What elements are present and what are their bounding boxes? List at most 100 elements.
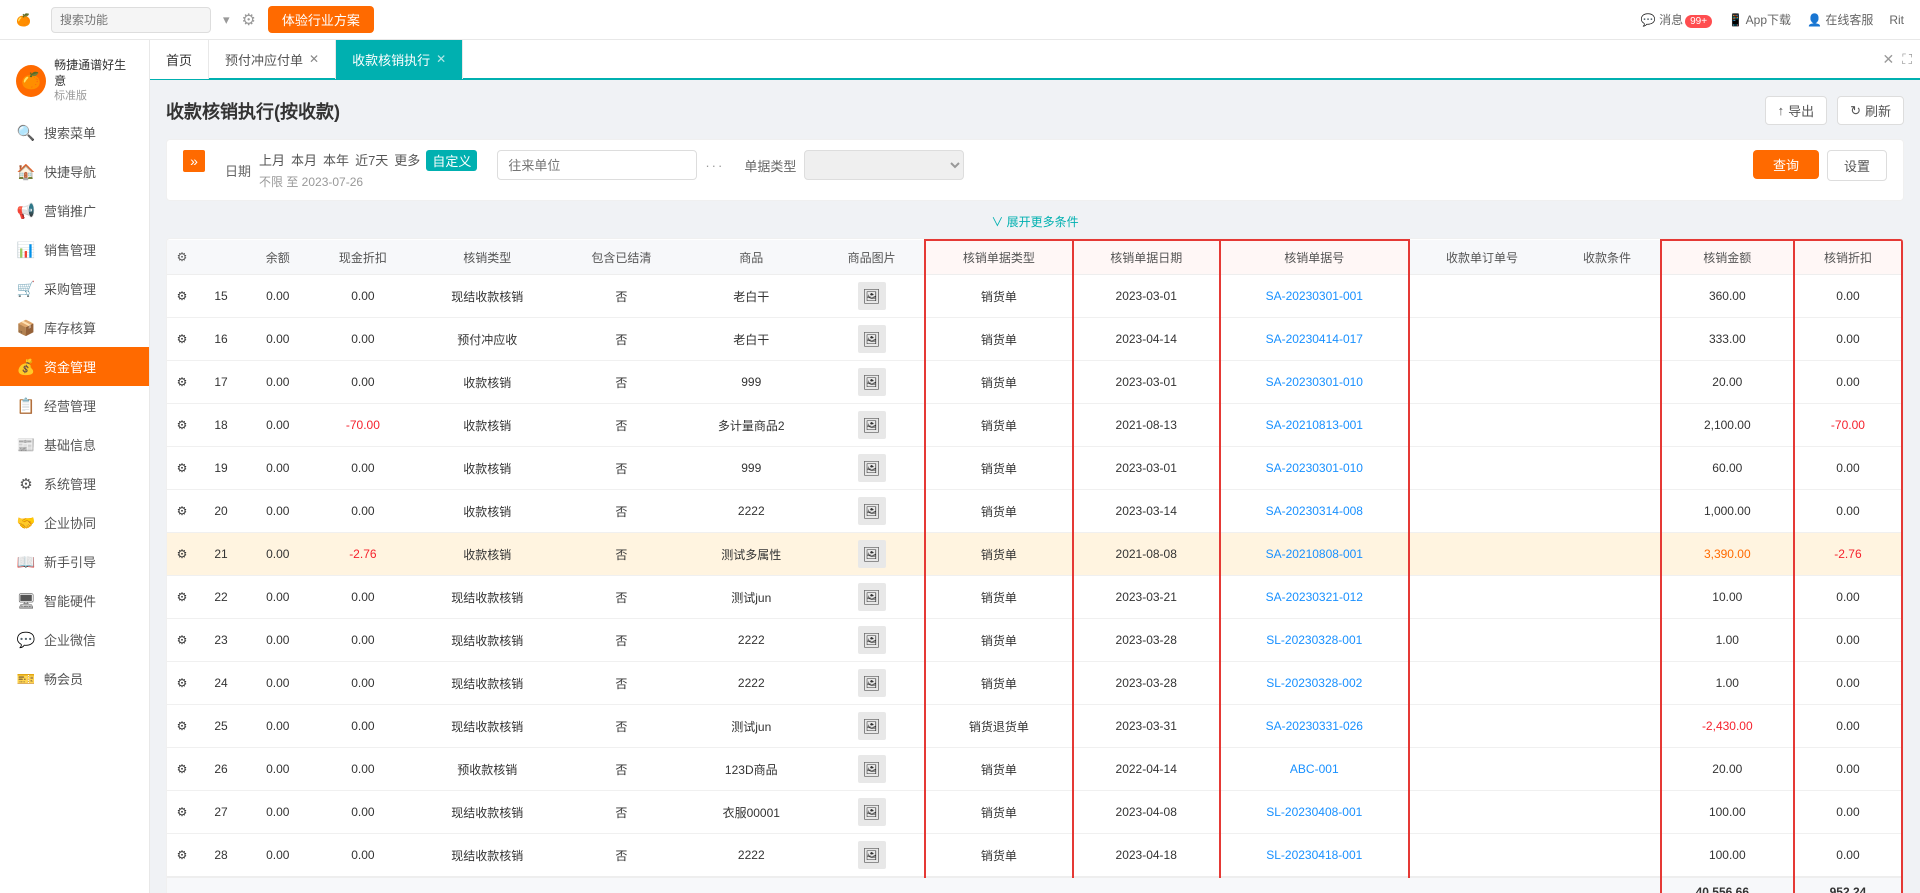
cell-gear[interactable]: ⚙ [167,619,197,662]
sidebar-label-member: 畅会员 [44,669,83,688]
tab-prepay-close[interactable]: ✕ [309,52,319,66]
sidebar-item-wechat[interactable]: 💬 企业微信 [0,620,149,659]
sidebar-item-marketing[interactable]: 📢 营销推广 [0,191,149,230]
cell-gear[interactable]: ⚙ [167,275,197,318]
export-btn[interactable]: ↑ 导出 [1765,96,1828,125]
industry-btn[interactable]: 体验行业方案 [268,6,374,33]
filter-date-range: 不限 至 2023-07-26 [259,173,477,190]
sidebar-item-operation[interactable]: 📋 经营管理 [0,386,149,425]
cell-gear[interactable]: ⚙ [167,490,197,533]
cell-bill-no[interactable]: SA-20230331-026 [1220,705,1409,748]
cell-bill-no[interactable]: SA-20230321-012 [1220,576,1409,619]
sidebar-item-member[interactable]: 🎫 畅会员 [0,659,149,698]
sidebar-item-hardware[interactable]: 🖥 智能硬件 [0,581,149,620]
filter-date-links: 上月 本月 本年 近7天 更多 自定义 [259,150,477,171]
cell-gear[interactable]: ⚙ [167,791,197,834]
cell-bill-no[interactable]: SA-20230301-001 [1220,275,1409,318]
cell-goods-img: 🖼 [819,361,925,404]
cell-seq: 22 [197,576,245,619]
cell-gear[interactable]: ⚙ [167,404,197,447]
cell-settled: 否 [559,447,683,490]
cell-bill-no[interactable]: SL-20230328-002 [1220,662,1409,705]
table-footer: 40,556,66... 952.24 [167,877,1902,893]
cell-bill-no[interactable]: SL-20230418-001 [1220,834,1409,878]
date-option-last-month[interactable]: 上月 [259,150,285,171]
date-option-custom[interactable]: 自定义 [426,150,477,171]
cell-bill-no[interactable]: SL-20230328-001 [1220,619,1409,662]
cell-cancel-amount: 1,000.00 [1661,490,1794,533]
settings-icon[interactable]: ⚙ [241,10,255,30]
online-service[interactable]: 👤 在线客服 [1807,11,1873,28]
table-row: ⚙ 28 0.00 0.00 现结收款核销 否 2222 🖼 销货单 2023-… [167,834,1902,878]
cell-cancel-discount: 0.00 [1794,791,1902,834]
query-btn[interactable]: 查询 [1753,150,1819,179]
sidebar-item-guide[interactable]: 📖 新手引导 [0,542,149,581]
cell-cash-discount: 0.00 [311,576,416,619]
date-option-this-month[interactable]: 本月 [291,150,317,171]
sidebar-item-search[interactable]: 🔍 搜索菜单 [0,113,149,152]
sidebar-item-quick[interactable]: 🏠 快捷导航 [0,152,149,191]
date-option-more[interactable]: 更多 [394,150,420,171]
tab-close-all[interactable]: ✕ [1882,51,1894,68]
sidebar-item-system[interactable]: ⚙ 系统管理 [0,464,149,503]
search-input[interactable] [51,7,211,33]
tab-fullscreen[interactable]: ⛶ [1902,51,1912,68]
tab-home[interactable]: 首页 [150,40,209,79]
cell-receipt-cond [1554,404,1660,447]
cell-cash-discount: 0.00 [311,748,416,791]
cell-seq: 28 [197,834,245,878]
cell-gear[interactable]: ⚙ [167,447,197,490]
cell-gear[interactable]: ⚙ [167,748,197,791]
cell-bill-no[interactable]: SL-20230408-001 [1220,791,1409,834]
basic-icon: 📰 [16,436,36,454]
expand-bar[interactable]: ∨ 展开更多条件 [166,213,1904,230]
date-option-7days[interactable]: 近7天 [355,150,388,171]
sidebar-item-inventory[interactable]: 📦 库存核算 [0,308,149,347]
date-option-this-year[interactable]: 本年 [323,150,349,171]
cell-bill-no[interactable]: SA-20210808-001 [1220,533,1409,576]
message-icon[interactable]: 💬 消息99+ [1641,11,1712,28]
cell-bill-no[interactable]: SA-20230314-008 [1220,490,1409,533]
tab-collection-close[interactable]: ✕ [436,52,446,66]
cell-bill-date: 2023-04-14 [1073,318,1220,361]
cell-bill-type: 销货单 [925,662,1072,705]
filter-toggle-btn[interactable]: » [183,150,205,172]
topbar-right: 💬 消息99+ 📱 App下载 👤 在线客服 Rit [1641,11,1904,28]
cell-bill-no[interactable]: SA-20210813-001 [1220,404,1409,447]
cell-bill-no[interactable]: SA-20230301-010 [1220,361,1409,404]
tab-prepay[interactable]: 预付冲应付单 ✕ [209,40,336,79]
sidebar-item-sales[interactable]: 📊 销售管理 [0,230,149,269]
cell-gear[interactable]: ⚙ [167,576,197,619]
app-download[interactable]: 📱 App下载 [1728,11,1791,28]
cell-bill-no[interactable]: SA-20230414-017 [1220,318,1409,361]
filter-settings-btn[interactable]: 设置 [1827,150,1887,181]
sidebar-item-finance[interactable]: 💰 资金管理 [0,347,149,386]
cell-bill-no[interactable]: ABC-001 [1220,748,1409,791]
cell-receipt-cond [1554,490,1660,533]
cell-balance: 0.00 [245,404,310,447]
cell-gear[interactable]: ⚙ [167,834,197,878]
sidebar-item-enterprise[interactable]: 🤝 企业协同 [0,503,149,542]
cell-gear[interactable]: ⚙ [167,318,197,361]
user-label[interactable]: Rit [1889,13,1904,27]
cell-bill-type: 销货单 [925,447,1072,490]
cell-gear[interactable]: ⚙ [167,662,197,705]
refresh-btn[interactable]: ↻ 刷新 [1837,96,1904,125]
cell-goods-img: 🖼 [819,490,925,533]
logo-text: 畅捷通谱好生意 标准版 [54,58,133,103]
cell-seq: 23 [197,619,245,662]
dropdown-icon[interactable]: ▾ [223,12,230,28]
cell-bill-type: 销货单 [925,791,1072,834]
cell-gear[interactable]: ⚙ [167,533,197,576]
cell-gear[interactable]: ⚙ [167,705,197,748]
cell-cash-discount: 0.00 [311,619,416,662]
filter-partner-input[interactable] [497,150,697,180]
cell-gear[interactable]: ⚙ [167,361,197,404]
col-gear[interactable]: ⚙ [167,240,197,275]
cell-cancel-type: 预收款核销 [415,748,559,791]
filter-billtype-select[interactable] [804,150,964,180]
tab-collection[interactable]: 收款核销执行 ✕ [336,40,463,79]
sidebar-item-purchase[interactable]: 🛒 采购管理 [0,269,149,308]
sidebar-item-basic[interactable]: 📰 基础信息 [0,425,149,464]
cell-bill-no[interactable]: SA-20230301-010 [1220,447,1409,490]
